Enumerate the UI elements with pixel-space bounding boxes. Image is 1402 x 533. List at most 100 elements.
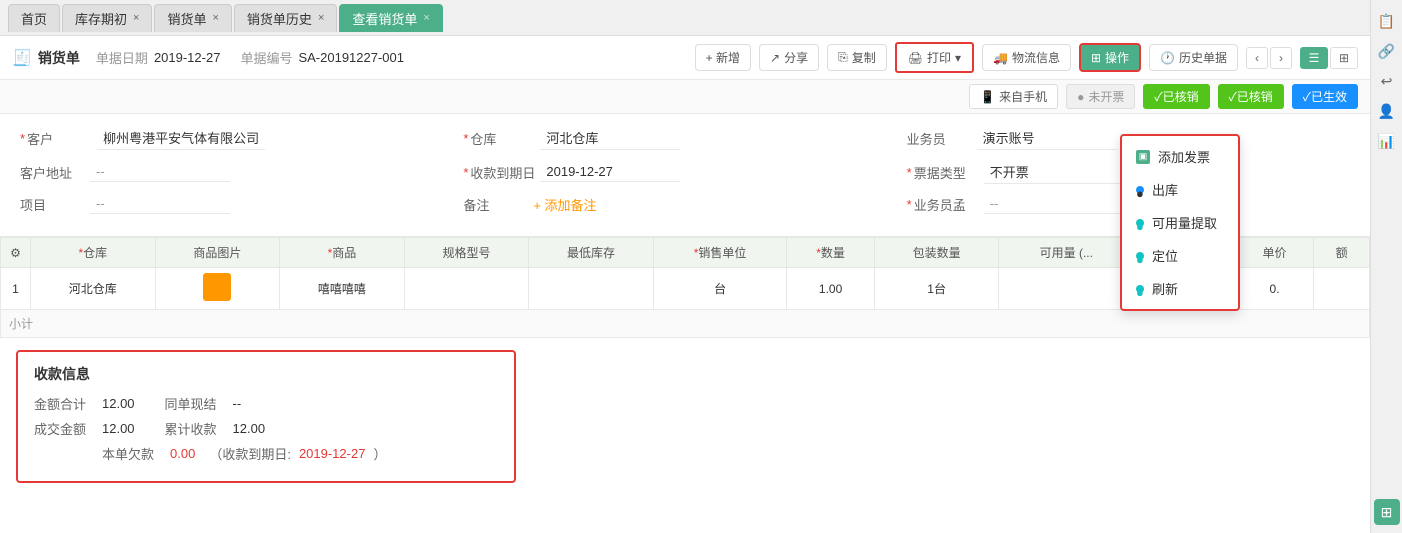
doc-date-label: 单据日期 bbox=[96, 48, 148, 67]
col-spec: 规格型号 bbox=[404, 238, 529, 268]
history-icon: 🕐 bbox=[1160, 51, 1175, 65]
print-highlight-box: 🖨 打印 ▾ bbox=[895, 42, 974, 73]
ticket-value: 不开票 bbox=[984, 160, 1124, 184]
right-sidebar: 📋 🔗 ↩ 👤 📊 ⊞ bbox=[1370, 0, 1402, 533]
confirm-btn[interactable]: ✓已核销 bbox=[1143, 84, 1209, 109]
due-date-label: 收款到期日 bbox=[470, 163, 540, 182]
sidebar-icon-6[interactable]: ⊞ bbox=[1374, 499, 1400, 525]
same-order-label: 同单现结 bbox=[165, 394, 225, 413]
col-min-stock: 最低库存 bbox=[529, 238, 654, 268]
required-star4: * bbox=[907, 165, 912, 180]
required-star3: * bbox=[463, 165, 468, 180]
secondary-toolbar: 📱 来自手机 ● 未开票 ✓已核销 ✓已核销 ✓已生效 bbox=[0, 80, 1370, 114]
mobile-btn[interactable]: 📱 来自手机 bbox=[969, 84, 1058, 109]
dropdown-item-outbound[interactable]: ● 出库 bbox=[1122, 173, 1238, 206]
row-spec bbox=[404, 268, 529, 310]
staff-value: 演示账号 bbox=[977, 126, 1117, 150]
sidebar-icon-4[interactable]: 👤 bbox=[1374, 98, 1400, 124]
due-date-note: 2019-12-27 bbox=[299, 446, 366, 461]
share-button[interactable]: ↗ 分享 bbox=[759, 44, 819, 71]
due-paren: ） bbox=[373, 444, 386, 463]
doc-meta: 单据日期 2019-12-27 单据编号 SA-20191227-001 bbox=[96, 48, 404, 67]
sidebar-icon-3[interactable]: ↩ bbox=[1374, 68, 1400, 94]
toolbar-actions: + 新增 ↗ 分享 ⎘ 复制 🖨 打印 ▾ bbox=[695, 42, 1358, 73]
print-label: 打印 bbox=[927, 49, 951, 66]
deal-group: 成交金额 12.00 bbox=[34, 419, 135, 438]
tab-view-close[interactable]: × bbox=[423, 12, 429, 24]
doc-title: 🧾 销货单 bbox=[12, 48, 80, 68]
prev-btn[interactable]: ‹ bbox=[1246, 47, 1268, 69]
total-value: 12.00 bbox=[102, 396, 135, 411]
logistics-button[interactable]: 🚚 物流信息 bbox=[982, 44, 1071, 71]
unopened-btn[interactable]: ● 未开票 bbox=[1066, 84, 1135, 109]
note-label: 备注 bbox=[463, 195, 533, 214]
customer-value: 柳州粤港平安气体有限公司 bbox=[97, 126, 265, 150]
copy-label: 复制 bbox=[852, 49, 876, 66]
nav-arrows: ‹ › bbox=[1246, 47, 1292, 69]
available-label: 可用量提取 bbox=[1152, 213, 1217, 232]
row-pack: 1台 bbox=[874, 268, 999, 310]
warehouse-group: * 仓库 河北仓库 bbox=[463, 126, 906, 150]
logistics-icon: 🚚 bbox=[993, 51, 1008, 65]
due-date-group: * 收款到期日 2019-12-27 bbox=[463, 162, 906, 182]
tab-inventory-close[interactable]: × bbox=[133, 12, 139, 24]
ops-button[interactable]: ⊞ 操作 bbox=[1079, 43, 1141, 72]
tab-sales-order-label: 销货单 bbox=[167, 9, 206, 28]
row-num: 1 bbox=[1, 268, 31, 310]
tab-history-close[interactable]: × bbox=[318, 12, 324, 24]
sidebar-icon-2[interactable]: 🔗 bbox=[1374, 38, 1400, 64]
deal-label: 成交金额 bbox=[34, 419, 94, 438]
ops-icon: ⊞ bbox=[1091, 51, 1101, 65]
logistics-label: 物流信息 bbox=[1012, 49, 1060, 66]
effective-btn[interactable]: ✓已生效 bbox=[1292, 84, 1358, 109]
warehouse-value: 河北仓库 bbox=[540, 126, 680, 150]
warehouse-label: 仓库 bbox=[470, 129, 540, 148]
project-value: -- bbox=[90, 194, 230, 214]
tab-sales-order[interactable]: 销货单 × bbox=[154, 4, 231, 32]
dropdown-item-refresh[interactable]: ● 刷新 bbox=[1122, 272, 1238, 305]
available-dot: ● bbox=[1136, 219, 1144, 227]
dropdown-item-invoice[interactable]: ▣ 添加发票 bbox=[1122, 140, 1238, 173]
due-date-value: 2019-12-27 bbox=[540, 162, 680, 182]
tab-inventory-init[interactable]: 库存期初 × bbox=[62, 4, 152, 32]
history-button[interactable]: 🕐 历史单据 bbox=[1149, 44, 1238, 71]
col-product: *商品 bbox=[280, 238, 405, 268]
list-view-btn[interactable]: ☰ bbox=[1300, 47, 1328, 69]
grid-view-btn[interactable]: ⊞ bbox=[1330, 47, 1358, 69]
sidebar-icon-5[interactable]: 📊 bbox=[1374, 128, 1400, 154]
sold-btn[interactable]: ✓已核销 bbox=[1218, 84, 1284, 109]
address-value: -- bbox=[90, 162, 230, 182]
subtotal-label: 小计 bbox=[1, 310, 1370, 338]
copy-button[interactable]: ⎘ 复制 bbox=[827, 44, 887, 71]
print-button[interactable]: 🖨 打印 ▾ bbox=[898, 45, 971, 70]
next-btn[interactable]: › bbox=[1270, 47, 1292, 69]
share-icon: ↗ bbox=[770, 51, 780, 65]
sidebar-icon-1[interactable]: 📋 bbox=[1374, 8, 1400, 34]
tab-sales-close[interactable]: × bbox=[212, 12, 218, 24]
col-gear: ⚙ bbox=[1, 238, 31, 268]
doc-number-group: 单据编号 SA-20191227-001 bbox=[240, 48, 404, 67]
dropdown-item-available[interactable]: ● 可用量提取 bbox=[1122, 206, 1238, 239]
col-pack: 包装数量 bbox=[874, 238, 999, 268]
payment-row-3: 本单欠款 0.00 （收款到期日: 2019-12-27 ） bbox=[34, 444, 498, 463]
row-product: 嘻嘻嘻嘻 bbox=[280, 268, 405, 310]
col-unit: *销售单位 bbox=[653, 238, 787, 268]
cumulative-label: 累计收款 bbox=[165, 419, 225, 438]
sold-label: ✓已核销 bbox=[1229, 88, 1273, 105]
payment-box: 收款信息 金额合计 12.00 同单现结 -- 成交金额 12.00 累计收款 bbox=[16, 350, 516, 483]
main-content: 🧾 销货单 单据日期 2019-12-27 单据编号 SA-20191227-0… bbox=[0, 36, 1370, 533]
col-amount: 额 bbox=[1314, 238, 1370, 268]
sales-staff-value: -- bbox=[984, 194, 1124, 214]
mobile-label: 来自手机 bbox=[999, 88, 1047, 105]
new-button[interactable]: + 新增 bbox=[695, 44, 751, 71]
tab-sales-history[interactable]: 销货单历史 × bbox=[234, 4, 337, 32]
view-buttons: ☰ ⊞ bbox=[1300, 47, 1358, 69]
dropdown-item-locate[interactable]: ● 定位 bbox=[1122, 239, 1238, 272]
history-label: 历史单据 bbox=[1179, 49, 1227, 66]
ticket-label: 票据类型 bbox=[914, 163, 984, 182]
copy-icon: ⎘ bbox=[838, 50, 848, 65]
payment-row-2: 成交金额 12.00 累计收款 12.00 bbox=[34, 419, 498, 438]
tab-view-sales[interactable]: 查看销货单 × bbox=[339, 4, 442, 32]
add-note-btn[interactable]: + 添加备注 bbox=[533, 195, 596, 214]
tab-home[interactable]: 首页 bbox=[8, 4, 60, 32]
